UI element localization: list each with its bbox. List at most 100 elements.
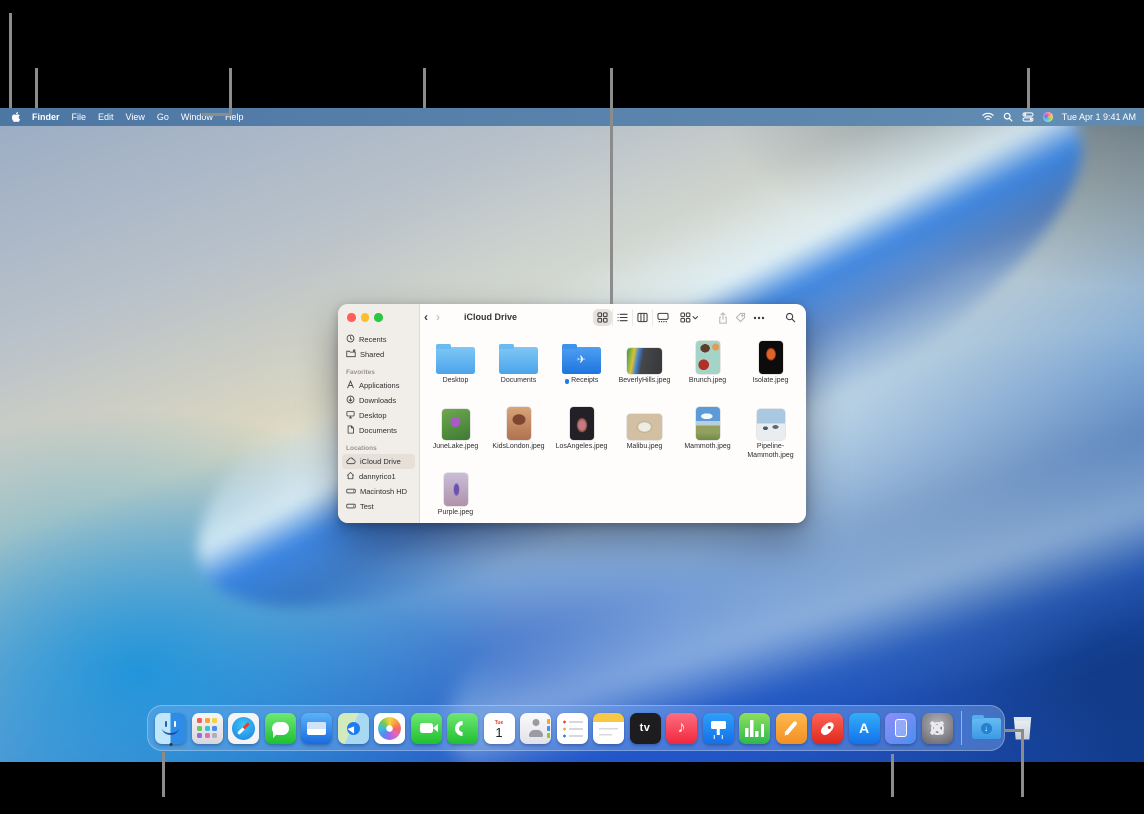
dock-app-facetime[interactable] [411,709,442,747]
messages-icon[interactable] [265,713,296,744]
maps-icon[interactable] [338,713,369,744]
minimize-button[interactable] [361,313,370,322]
menu-file[interactable]: File [66,112,93,122]
siri-icon[interactable] [1043,112,1053,122]
numbers-icon[interactable] [739,713,770,744]
file-name: JuneLake.jpeg [433,443,479,452]
sidebar-item-downloads[interactable]: Downloads [342,393,415,408]
menu-finder[interactable]: Finder [26,112,66,122]
iphone-mirroring-icon[interactable] [885,713,916,744]
share-icon[interactable] [718,312,728,324]
dock-app-maps[interactable] [338,709,369,747]
phone-icon[interactable] [447,713,478,744]
dock-app-tv[interactable]: tv [630,709,661,747]
file-malibu-jpeg[interactable]: Malibu.jpeg [613,400,676,466]
forward-button[interactable]: › [436,309,440,325]
group-button[interactable] [680,312,698,323]
notes-icon[interactable] [593,713,624,744]
pages-icon[interactable] [776,713,807,744]
menu-bar-clock[interactable]: Tue Apr 1 9:41 AM [1062,112,1136,122]
menu-go[interactable]: Go [151,112,175,122]
window-title: iCloud Drive [464,312,517,322]
sidebar-item-label: Documents [359,426,397,435]
file-purple-jpeg[interactable]: Purple.jpeg [424,466,487,532]
image-thumbnail [757,409,785,440]
search-icon[interactable] [785,312,796,323]
file-junelake-jpeg[interactable]: JuneLake.jpeg [424,400,487,466]
sidebar-item-dannyrico1[interactable]: dannyrico1 [342,469,415,484]
dock-app-safari[interactable] [228,709,259,747]
dock-app-iphone[interactable] [885,709,916,747]
facetime-icon[interactable] [411,713,442,744]
dock-app-phone[interactable] [447,709,478,747]
sidebar-item-test[interactable]: Test [342,499,415,514]
more-options-icon[interactable] [753,316,765,320]
file-brunch-jpeg[interactable]: Brunch.jpeg [676,334,739,400]
zoom-button[interactable] [374,313,383,322]
sidebar-item-desktop[interactable]: Desktop [342,408,415,423]
gallery-view-button[interactable] [652,309,673,326]
sidebar-item-macintosh-hd[interactable]: Macintosh HD [342,484,415,499]
file-mammoth-jpeg[interactable]: Mammoth.jpeg [676,400,739,466]
dock-app-calendar[interactable]: Tue1 [484,709,515,747]
dock-app-keynote[interactable] [703,709,734,747]
dock-app-games[interactable] [812,709,843,747]
dock-app-notes[interactable] [593,709,624,747]
dock-app-messages[interactable] [265,709,296,747]
dock-app-finder[interactable] [155,709,186,747]
tags-icon[interactable] [735,312,746,323]
keynote-icon[interactable] [703,713,734,744]
photos-icon[interactable] [374,713,405,744]
launchpad-icon[interactable] [192,713,223,744]
reminders-icon[interactable] [557,713,588,744]
tv-icon[interactable]: tv [630,713,661,744]
column-view-button[interactable] [632,309,652,326]
app-store-icon[interactable]: A [849,713,880,744]
menu-edit[interactable]: Edit [92,112,120,122]
dock-app-reminders[interactable] [557,709,588,747]
file-pipeline-mammoth-jpeg[interactable]: Pipeline-Mammoth.jpeg [739,400,802,466]
file-beverlyhills-jpeg[interactable]: BeverlyHills.jpeg [613,334,676,400]
dock-app-settings[interactable] [922,709,953,747]
calendar-icon[interactable]: Tue1 [484,713,515,744]
sidebar-item-applications[interactable]: Applications [342,378,415,393]
file-documents[interactable]: Documents [487,334,550,400]
system-settings-icon[interactable] [922,713,953,744]
dock-app-downloads[interactable]: ↓ [971,709,1002,747]
file-kidslondon-jpeg[interactable]: KidsLondon.jpeg [487,400,550,466]
sidebar-item-icloud-drive[interactable]: iCloud Drive [342,454,415,469]
games-icon[interactable] [812,713,843,744]
dock-app-mail[interactable] [301,709,332,747]
sidebar-item-documents[interactable]: Documents [342,423,415,438]
contacts-icon[interactable] [520,713,551,744]
dock-app-music[interactable]: ♪ [666,709,697,747]
sidebar-item-shared[interactable]: Shared [342,347,415,362]
apple-menu-icon[interactable] [6,111,26,123]
file-losangeles-jpeg[interactable]: LosAngeles.jpeg [550,400,613,466]
dock-app-pages[interactable] [776,709,807,747]
file-receipts[interactable]: ✈Receipts [550,334,613,400]
finder-icon[interactable] [155,713,186,744]
safari-icon[interactable] [228,713,259,744]
icon-view-button[interactable] [593,309,612,326]
spotlight-search-icon[interactable] [1003,112,1013,122]
dock-app-appstore[interactable]: A [849,709,880,747]
back-button[interactable]: ‹ [424,309,428,325]
file-isolate-jpeg[interactable]: Isolate.jpeg [739,334,802,400]
mail-icon[interactable] [301,713,332,744]
sidebar-item-recents[interactable]: Recents [342,332,415,347]
menu-items: FinderFileEditViewGoWindowHelp [26,108,249,126]
sidebar-item-label: Test [360,502,374,511]
close-button[interactable] [347,313,356,322]
list-view-button[interactable] [612,309,632,326]
dock-app-photos[interactable] [374,709,405,747]
file-desktop[interactable]: Desktop [424,334,487,400]
downloads-icon[interactable]: ↓ [971,713,1002,744]
dock-app-launchpad[interactable] [192,709,223,747]
control-center-icon[interactable] [1022,112,1034,122]
dock-app-numbers[interactable] [739,709,770,747]
music-icon[interactable]: ♪ [666,713,697,744]
dock-app-contacts[interactable] [520,709,551,747]
menu-view[interactable]: View [120,112,151,122]
wifi-icon[interactable] [982,112,994,122]
